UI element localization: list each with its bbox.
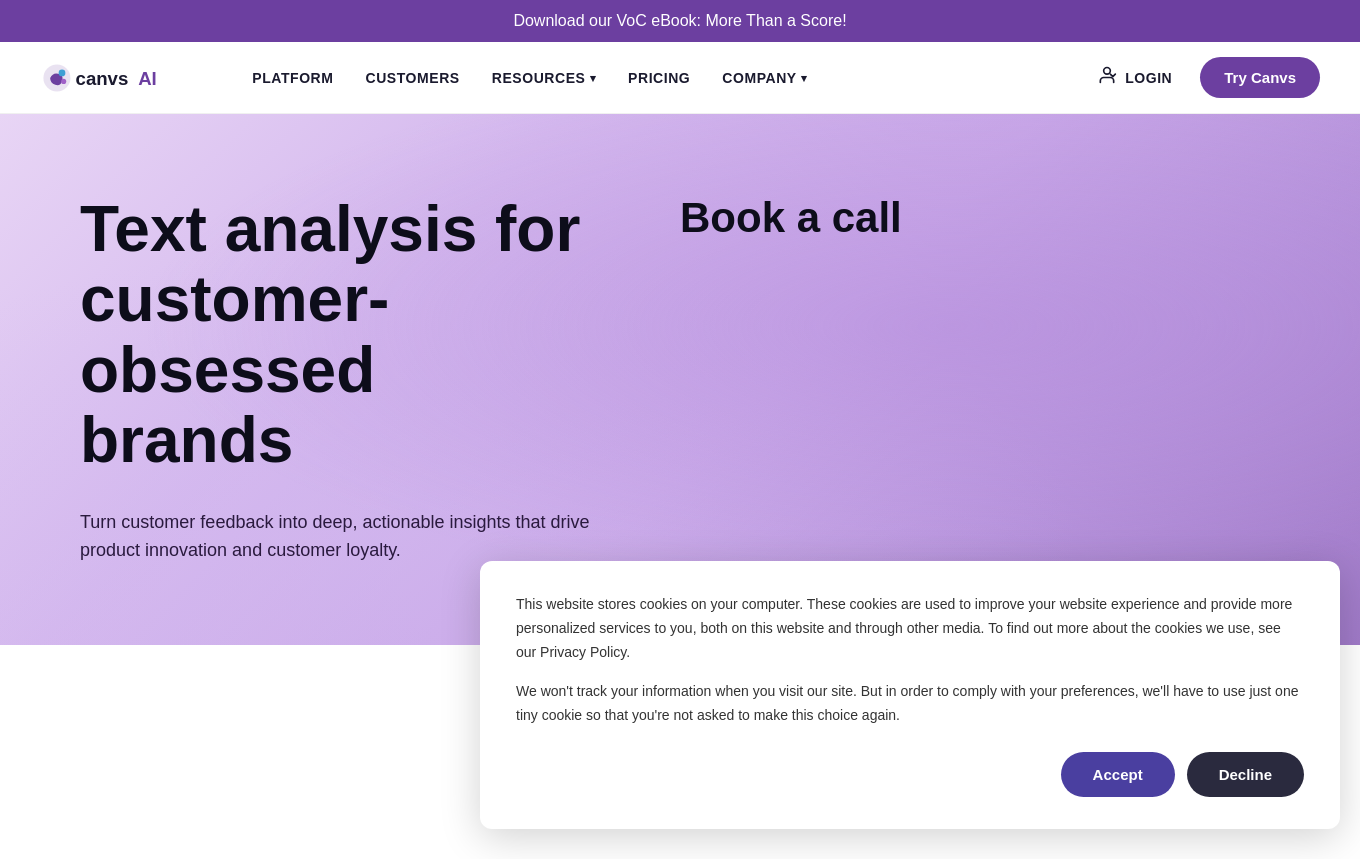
nav-item-pricing[interactable]: PRICING [616,62,702,94]
svg-point-5 [1104,68,1111,75]
navbar: canvs AI PLATFORM CUSTOMERS RESOURCES ▾ … [0,42,1360,114]
svg-text:canvs: canvs [76,67,129,88]
hero-right: Book a call [680,194,1080,266]
logo-link[interactable]: canvs AI [40,56,192,100]
hero-subtext: Turn customer feedback into deep, action… [80,508,600,566]
try-canvs-button[interactable]: Try Canvs [1200,57,1320,98]
user-icon [1097,65,1117,90]
banner-text: Download our VoC eBook: More Than a Scor… [513,12,846,29]
nav-item-platform[interactable]: PLATFORM [240,62,345,94]
nav-item-customers[interactable]: CUSTOMERS [354,62,472,94]
login-button[interactable]: LOGIN [1085,57,1184,98]
company-chevron-icon: ▾ [801,72,808,85]
top-banner[interactable]: Download our VoC eBook: More Than a Scor… [0,0,1360,42]
svg-point-2 [61,78,66,83]
canvs-logo: canvs AI [40,56,192,100]
book-call-title: Book a call [680,194,1080,242]
hero-headline: Text analysis for customer-obsessed bran… [80,194,680,476]
cookie-decline-button[interactable]: Decline [1187,752,1304,797]
cookie-actions: Accept Decline [516,752,1304,797]
nav-right: LOGIN Try Canvs [1085,57,1320,98]
login-label: LOGIN [1125,70,1172,86]
svg-point-1 [59,69,66,76]
nav-item-resources[interactable]: RESOURCES ▾ [480,62,608,94]
cookie-banner: This website stores cookies on your comp… [480,561,1340,829]
nav-item-company[interactable]: COMPANY ▾ [710,62,819,94]
cookie-text-2: We won't track your information when you… [516,680,1304,728]
cookie-accept-button[interactable]: Accept [1061,752,1175,797]
svg-text:AI: AI [138,67,157,88]
nav-links: PLATFORM CUSTOMERS RESOURCES ▾ PRICING C… [240,62,1085,94]
cookie-text-1: This website stores cookies on your comp… [516,593,1304,664]
hero-left: Text analysis for customer-obsessed bran… [80,194,680,565]
resources-chevron-icon: ▾ [590,72,597,85]
